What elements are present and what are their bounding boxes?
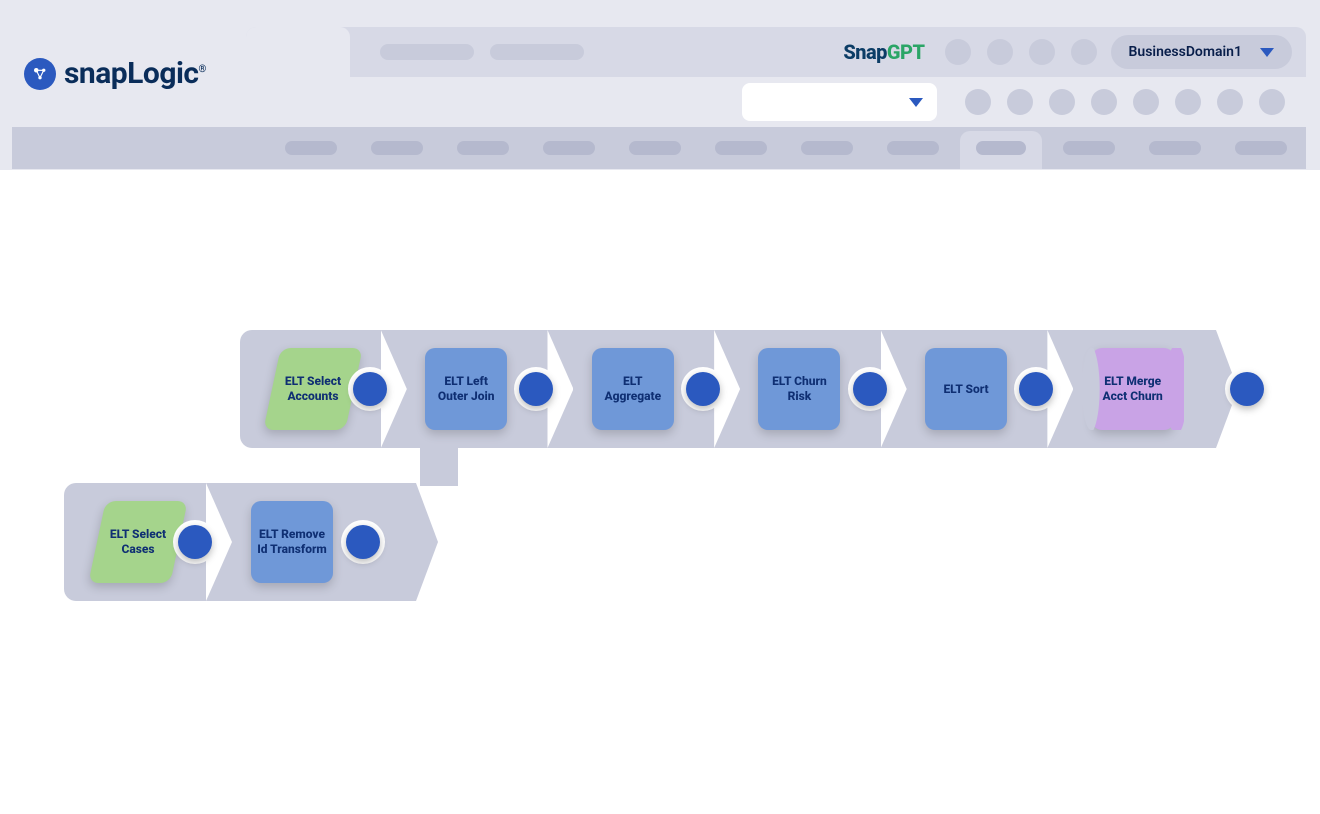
output-port[interactable] xyxy=(686,372,720,406)
snap-cell[interactable]: ELT Select Accounts xyxy=(244,330,383,448)
header-icon-button[interactable] xyxy=(1029,39,1055,65)
snap-node-label: ELT Select Accounts xyxy=(276,374,350,404)
sub-tab-active[interactable] xyxy=(960,127,1042,169)
toolbar-dropdown[interactable] xyxy=(742,83,937,121)
header-icon-button[interactable] xyxy=(1071,39,1097,65)
snap-node-label: ELT Select Cases xyxy=(101,527,175,557)
snap-cell[interactable]: ELT Sort xyxy=(883,330,1050,448)
snap-node-sort: ELT Sort xyxy=(925,348,1007,430)
sub-tab[interactable] xyxy=(543,141,595,155)
snap-node-select: ELT Select Accounts xyxy=(264,348,363,430)
toolbar-icon-button[interactable] xyxy=(965,89,991,115)
toolbar-icon-button[interactable] xyxy=(1259,89,1285,115)
output-port[interactable] xyxy=(519,372,553,406)
snap-node-label: ELT Left Outer Join xyxy=(429,374,503,404)
output-port[interactable] xyxy=(178,525,212,559)
sub-tab[interactable] xyxy=(801,141,853,155)
snap-cell[interactable]: ELT Remove Id Transform xyxy=(208,483,376,601)
toolbar-icon-button[interactable] xyxy=(1091,89,1117,115)
output-port[interactable] xyxy=(346,525,380,559)
sub-tab[interactable] xyxy=(1235,141,1287,155)
tab-placeholder[interactable] xyxy=(490,44,584,60)
domain-selector[interactable]: BusinessDomain1 xyxy=(1111,35,1292,69)
snap-cell[interactable]: ELT Left Outer Join xyxy=(383,330,550,448)
output-port[interactable] xyxy=(353,372,387,406)
tab-bar: SnapGPT BusinessDomain1 xyxy=(246,27,1306,77)
snap-node-label: ELT Merge Acct Churn xyxy=(1096,374,1170,404)
chevron-down-icon xyxy=(909,98,923,107)
toolbar-icon-button[interactable] xyxy=(1175,89,1201,115)
snap-node-churn-risk: ELT Churn Risk xyxy=(758,348,840,430)
header-icon-button[interactable] xyxy=(945,39,971,65)
snap-node-transform: ELT Remove Id Transform xyxy=(251,501,333,583)
tab-active[interactable] xyxy=(246,27,350,77)
sub-tab[interactable] xyxy=(1149,141,1201,155)
output-port[interactable] xyxy=(1019,372,1053,406)
pipeline-top: ELT Select Accounts ELT Left Outer Join … xyxy=(240,330,1216,448)
header-icon-button[interactable] xyxy=(987,39,1013,65)
sub-tab[interactable] xyxy=(457,141,509,155)
snap-node-aggregate: ELT Aggregate xyxy=(592,348,674,430)
sub-tab[interactable] xyxy=(371,141,423,155)
sub-tab[interactable] xyxy=(629,141,681,155)
snap-node-label: ELT Remove Id Transform xyxy=(255,527,329,557)
toolbar-icon-button[interactable] xyxy=(1007,89,1033,115)
output-port[interactable] xyxy=(1230,372,1264,406)
snap-node-label: ELT Aggregate xyxy=(596,374,670,404)
pipeline-bottom: ELT Select Cases ELT Remove Id Transform xyxy=(64,483,416,601)
snap-cell[interactable]: ELT Churn Risk xyxy=(716,330,883,448)
toolbar-icon-button[interactable] xyxy=(1049,89,1075,115)
sub-tab-bar xyxy=(12,127,1306,169)
chevron-down-icon xyxy=(1260,48,1274,57)
snap-cell[interactable]: ELT Aggregate xyxy=(549,330,716,448)
snap-node-label: ELT Churn Risk xyxy=(762,374,836,404)
toolbar-icon-button[interactable] xyxy=(1133,89,1159,115)
sub-tab[interactable] xyxy=(285,141,337,155)
secondary-toolbar xyxy=(354,77,1306,127)
app-header: snapLogic® SnapGPT BusinessDomain1 xyxy=(0,0,1320,170)
brand-logo: snapLogic® xyxy=(24,56,206,91)
sub-tab[interactable] xyxy=(1063,141,1115,155)
snap-node-join: ELT Left Outer Join xyxy=(425,348,507,430)
sub-tab[interactable] xyxy=(715,141,767,155)
output-port[interactable] xyxy=(853,372,887,406)
snap-node-select: ELT Select Cases xyxy=(88,501,187,583)
tab-placeholder[interactable] xyxy=(380,44,474,60)
pipeline-connector xyxy=(420,448,458,486)
pipeline-canvas[interactable]: ELT Select Accounts ELT Left Outer Join … xyxy=(0,170,1320,814)
snap-cell[interactable]: ELT Merge Acct Churn xyxy=(1049,330,1216,448)
domain-selector-label: BusinessDomain1 xyxy=(1129,44,1242,60)
snap-node-label: ELT Sort xyxy=(943,382,988,397)
snap-cell[interactable]: ELT Select Cases xyxy=(68,483,208,601)
snapgpt-label[interactable]: SnapGPT xyxy=(843,40,924,64)
brand-logo-text: snapLogic® xyxy=(64,56,206,91)
toolbar-icon-button[interactable] xyxy=(1217,89,1243,115)
brand-logo-icon xyxy=(24,58,56,90)
snap-node-merge: ELT Merge Acct Churn xyxy=(1092,348,1174,430)
sub-tab[interactable] xyxy=(887,141,939,155)
